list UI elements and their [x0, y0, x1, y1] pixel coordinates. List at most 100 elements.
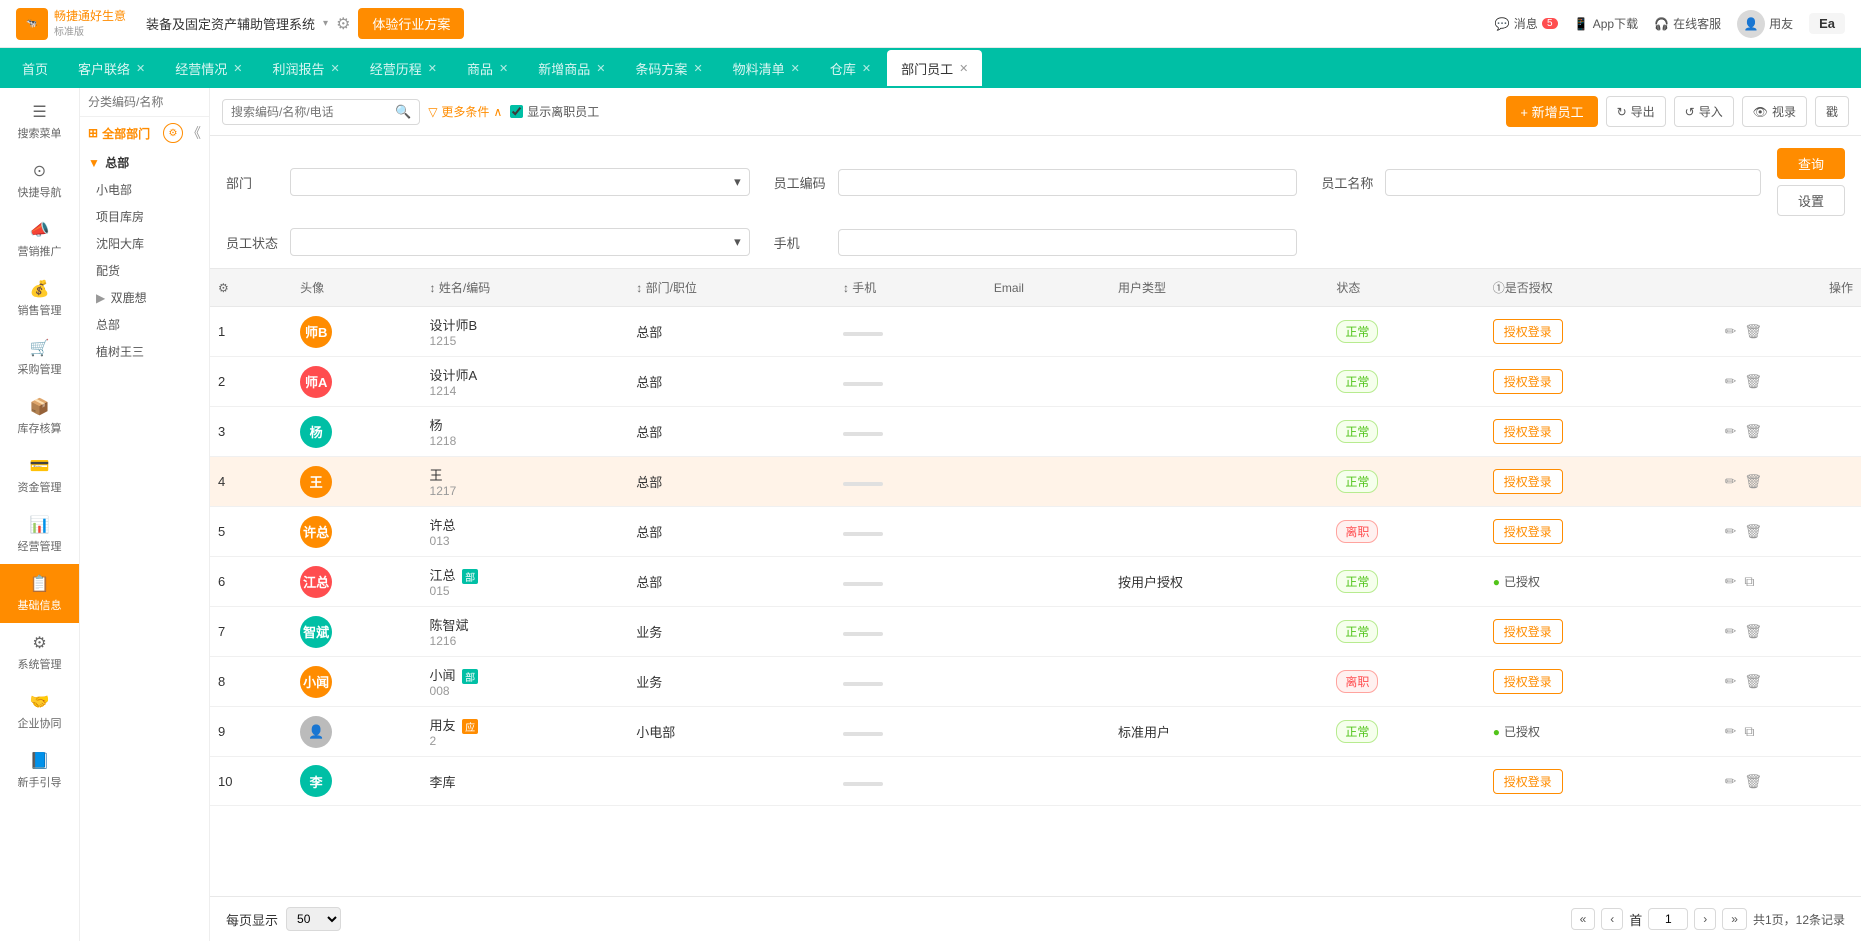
auth-btn[interactable]: 授权登录	[1493, 419, 1563, 444]
dept-node-peihuo[interactable]: 配货	[80, 257, 209, 284]
edit-icon[interactable]: ✏	[1725, 423, 1737, 440]
edit-icon[interactable]: ✏	[1725, 623, 1737, 640]
first-page-btn[interactable]: «	[1571, 908, 1596, 930]
next-page-btn[interactable]: ›	[1694, 908, 1716, 930]
nav-sales[interactable]: 💰 销售管理	[0, 269, 79, 328]
nav-marketing[interactable]: 📣 营销推广	[0, 210, 79, 269]
tab-profit-close[interactable]: ✕	[331, 62, 340, 75]
delete-icon[interactable]: 🗑	[1744, 373, 1762, 390]
edit-icon[interactable]: ✏	[1725, 373, 1737, 390]
view-btn[interactable]: 👁 视录	[1742, 96, 1807, 127]
auth-btn[interactable]: 授权登录	[1493, 319, 1563, 344]
auth-btn[interactable]: 授权登录	[1493, 469, 1563, 494]
collapse-panel-btn[interactable]: 《	[187, 123, 201, 143]
show-resigned-checkbox[interactable]	[510, 105, 523, 118]
dept-search-input[interactable]	[88, 95, 210, 109]
delete-icon[interactable]: 🗑	[1744, 623, 1762, 640]
tab-barcode-close[interactable]: ✕	[693, 62, 702, 75]
page-size-select[interactable]: 50 100 200	[286, 907, 341, 931]
edit-icon[interactable]: ✏	[1725, 323, 1737, 340]
nav-inventory[interactable]: 📦 库存核算	[0, 387, 79, 446]
sys-title-dropdown-icon[interactable]: ▾	[323, 18, 328, 29]
nav-search-menu[interactable]: ☰ 搜索菜单	[0, 92, 79, 151]
col-dept[interactable]: ↕ 部门/职位	[628, 269, 835, 307]
tab-profit[interactable]: 利润报告 ✕	[258, 50, 353, 86]
delete-icon[interactable]: 🗑	[1744, 773, 1762, 790]
delete-icon[interactable]: 🗑	[1744, 423, 1762, 440]
dept-node-shenyang[interactable]: 沈阳大库	[80, 230, 209, 257]
edit-icon[interactable]: ✏	[1725, 673, 1737, 690]
tab-home[interactable]: 首页	[8, 50, 62, 86]
message-item[interactable]: 💬 消息 5	[1495, 15, 1558, 32]
dept-node-project[interactable]: 项目库房	[80, 203, 209, 230]
tab-goods[interactable]: 商品 ✕	[453, 50, 522, 86]
dept-node-zongbu-child[interactable]: 总部	[80, 311, 209, 338]
delete-icon[interactable]: 🗑	[1744, 323, 1762, 340]
tab-new-goods-close[interactable]: ✕	[596, 62, 605, 75]
tab-bom-close[interactable]: ✕	[791, 62, 800, 75]
dept-node-zongbu-parent[interactable]: ▼ 总部	[80, 149, 209, 176]
tab-warehouse-close[interactable]: ✕	[862, 62, 871, 75]
dept-node-xiaodian[interactable]: 小电部	[80, 176, 209, 203]
copy-icon[interactable]: ⧉	[1744, 573, 1754, 590]
dept-node-shuanglu[interactable]: ▶ 双鹿想	[80, 284, 209, 311]
tab-history-close[interactable]: ✕	[428, 62, 437, 75]
tab-history[interactable]: 经营历程 ✕	[356, 50, 451, 86]
emp-name-input[interactable]	[1385, 169, 1761, 196]
delete-icon[interactable]: 🗑	[1744, 523, 1762, 540]
tab-new-goods[interactable]: 新增商品 ✕	[524, 50, 619, 86]
trial-button[interactable]: 体验行业方案	[358, 8, 464, 39]
edit-icon[interactable]: ✏	[1725, 523, 1737, 540]
nav-finance[interactable]: 💳 资金管理	[0, 446, 79, 505]
nav-system[interactable]: ⚙ 系统管理	[0, 623, 79, 682]
dept-select[interactable]: ▾	[290, 168, 750, 196]
export-btn[interactable]: ↻ 导出	[1606, 96, 1666, 127]
delete-icon[interactable]: 🗑	[1744, 473, 1762, 490]
tab-barcode[interactable]: 条码方案 ✕	[621, 50, 716, 86]
search-input[interactable]	[231, 105, 391, 119]
auth-btn[interactable]: 授权登录	[1493, 619, 1563, 644]
add-employee-btn[interactable]: + 新增员工	[1506, 96, 1597, 127]
online-service-item[interactable]: 🎧 在线客服	[1654, 15, 1721, 32]
auth-btn[interactable]: 授权登录	[1493, 669, 1563, 694]
edit-icon[interactable]: ✏	[1725, 473, 1737, 490]
auth-btn[interactable]: 授权登录	[1493, 369, 1563, 394]
query-btn[interactable]: 查询	[1777, 148, 1845, 179]
tab-operation[interactable]: 经营情况 ✕	[161, 50, 256, 86]
tab-department-close[interactable]: ✕	[959, 62, 968, 75]
emp-status-select[interactable]: ▾	[290, 228, 750, 256]
nav-cooperation[interactable]: 🤝 企业协同	[0, 682, 79, 741]
nav-purchase[interactable]: 🛒 采购管理	[0, 328, 79, 387]
gear-icon[interactable]: ⚙	[336, 14, 350, 34]
reset-btn[interactable]: 设置	[1777, 185, 1845, 216]
edit-icon[interactable]: ✏	[1725, 723, 1737, 740]
auth-btn[interactable]: 授权登录	[1493, 519, 1563, 544]
dept-node-zhishu[interactable]: 植树王三	[80, 338, 209, 365]
user-item[interactable]: 👤 用友	[1737, 10, 1793, 38]
col-settings[interactable]: ⚙	[210, 269, 292, 307]
more-filter-btn[interactable]: ▽ 更多条件 ∧	[428, 103, 502, 120]
last-page-btn[interactable]: »	[1722, 908, 1747, 930]
page-number-input[interactable]	[1648, 908, 1688, 930]
nav-basic-info[interactable]: 📋 基础信息	[0, 564, 79, 623]
tab-warehouse[interactable]: 仓库 ✕	[816, 50, 885, 86]
nav-guide[interactable]: 📘 新手引导	[0, 741, 79, 800]
tab-goods-close[interactable]: ✕	[499, 62, 508, 75]
show-resigned-label[interactable]: 显示离职员工	[510, 103, 599, 120]
tab-customer[interactable]: 客户联络 ✕	[64, 50, 159, 86]
auth-btn[interactable]: 授权登录	[1493, 769, 1563, 794]
tab-bom[interactable]: 物料清单 ✕	[719, 50, 814, 86]
tab-operation-close[interactable]: ✕	[233, 62, 242, 75]
import-btn[interactable]: ↺ 导入	[1674, 96, 1734, 127]
col-phone[interactable]: ↕ 手机	[835, 269, 986, 307]
nav-quick-nav[interactable]: ⊙ 快捷导航	[0, 151, 79, 210]
tab-department[interactable]: 部门员工 ✕	[887, 50, 982, 86]
more-btn[interactable]: 戳	[1815, 96, 1849, 127]
edit-icon[interactable]: ✏	[1725, 773, 1737, 790]
tab-customer-close[interactable]: ✕	[136, 62, 145, 75]
delete-icon[interactable]: 🗑	[1744, 673, 1762, 690]
copy-icon[interactable]: ⧉	[1744, 723, 1754, 740]
app-download-item[interactable]: 📱 App下载	[1574, 15, 1638, 32]
dept-settings-icon[interactable]: ⚙	[163, 123, 183, 143]
phone-input[interactable]	[838, 229, 1298, 256]
